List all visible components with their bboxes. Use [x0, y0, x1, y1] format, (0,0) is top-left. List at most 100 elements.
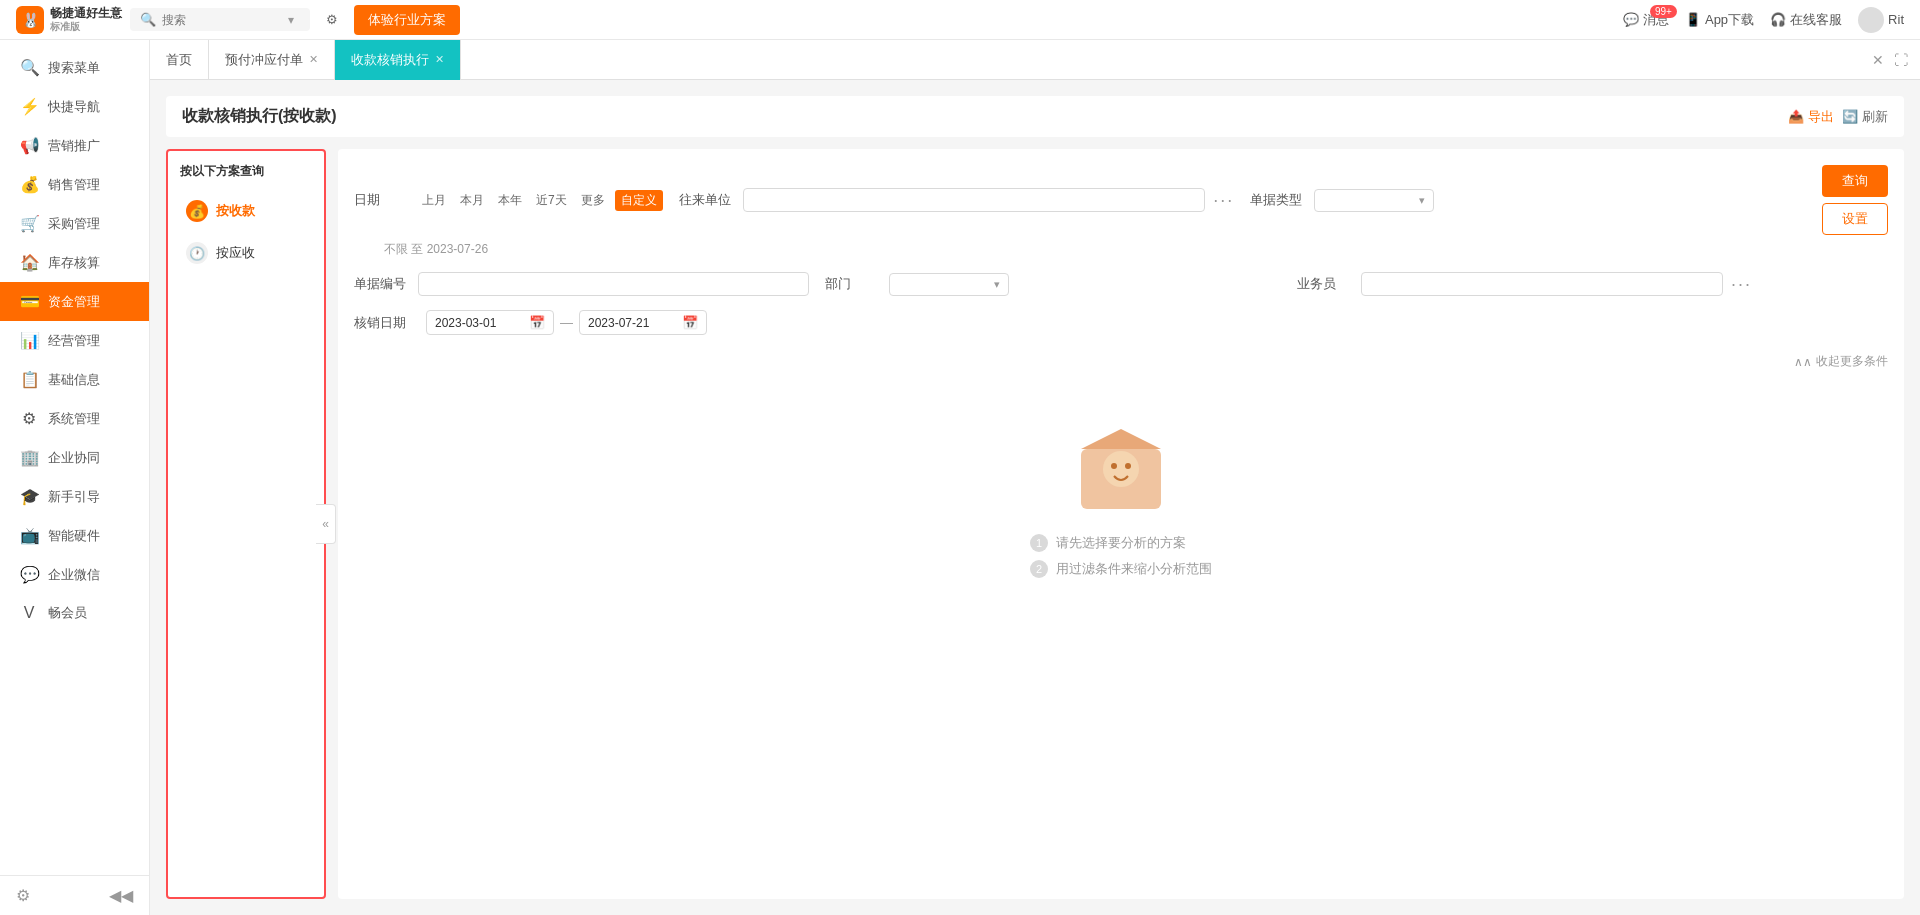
tab-writeoff-close-icon[interactable]: ✕	[435, 53, 444, 66]
empty-hint-2: 2 用过滤条件来缩小分析范围	[1030, 560, 1212, 578]
sidebar-item-basic-info[interactable]: 📋 基础信息	[0, 360, 149, 399]
tab-prepay[interactable]: 预付冲应付单 ✕	[209, 40, 335, 80]
doc-type-select-arrow: ▾	[1419, 194, 1425, 207]
message-button[interactable]: 💬 消息 99+	[1623, 11, 1669, 29]
date-tab-custom[interactable]: 自定义	[615, 190, 663, 211]
collapse-more-button[interactable]: ∧∧ 收起更多条件	[354, 349, 1888, 374]
sidebar-label-operation: 经营管理	[48, 332, 100, 350]
query-button[interactable]: 查询	[1822, 165, 1888, 197]
sidebar-item-member[interactable]: V 畅会员	[0, 594, 149, 632]
counterpart-input[interactable]	[743, 188, 1206, 212]
staff-label: 业务员	[1297, 275, 1353, 293]
filter-panel-collapse[interactable]: «	[316, 504, 336, 544]
sidebar-collapse-icon[interactable]: ◀◀	[109, 886, 133, 905]
sidebar-item-operation[interactable]: 📊 经营管理	[0, 321, 149, 360]
sidebar-item-hardware[interactable]: 📺 智能硬件	[0, 516, 149, 555]
tab-writeoff-label: 收款核销执行	[351, 51, 429, 69]
filter-option-by-receipt[interactable]: 💰 按收款	[176, 192, 316, 230]
sidebar-item-guide[interactable]: 🎓 新手引导	[0, 477, 149, 516]
page-header: 收款核销执行(按收款) 📤 导出 🔄 刷新	[166, 96, 1904, 137]
service-icon: 🎧	[1770, 12, 1786, 27]
doc-type-select[interactable]: ▾	[1314, 189, 1434, 212]
tab-close-all-icon[interactable]: ✕	[1872, 52, 1884, 68]
sidebar-item-sales[interactable]: 💰 销售管理	[0, 165, 149, 204]
hint-text-2: 用过滤条件来缩小分析范围	[1056, 560, 1212, 578]
export-icon: 📤	[1788, 109, 1804, 124]
sidebar-item-enterprise[interactable]: 🏢 企业协同	[0, 438, 149, 477]
writeoff-date-end[interactable]	[588, 316, 678, 330]
sidebar-label-enterprise: 企业协同	[48, 449, 100, 467]
sidebar-item-wechat[interactable]: 💬 企业微信	[0, 555, 149, 594]
main-content: 首页 预付冲应付单 ✕ 收款核销执行 ✕ ✕ ⛶ 收款核销执行(按收款) 📤 导…	[150, 40, 1920, 915]
sidebar-item-marketing[interactable]: 📢 营销推广	[0, 126, 149, 165]
tab-home-label: 首页	[166, 51, 192, 69]
hint-text-1: 请先选择要分析的方案	[1056, 534, 1186, 552]
sidebar-label-sales: 销售管理	[48, 176, 100, 194]
counterpart-more-icon[interactable]: ···	[1213, 190, 1234, 211]
counterpart-field: 往来单位 ···	[679, 188, 1235, 212]
sidebar-label-wechat: 企业微信	[48, 566, 100, 584]
sidebar-item-quick-nav[interactable]: ⚡ 快捷导航	[0, 87, 149, 126]
message-icon: 💬	[1623, 12, 1639, 27]
settings-bottom-icon[interactable]: ⚙	[16, 886, 30, 905]
marketing-icon: 📢	[20, 136, 38, 155]
calendar-start-icon[interactable]: 📅	[529, 315, 545, 330]
tab-prepay-close-icon[interactable]: ✕	[309, 53, 318, 66]
date-tab-more[interactable]: 更多	[577, 190, 609, 211]
search-icon: 🔍	[140, 12, 156, 27]
sidebar-bottom: ⚙ ◀◀	[0, 875, 149, 915]
setting-button[interactable]: 设置	[1822, 203, 1888, 235]
refresh-button[interactable]: 🔄 刷新	[1842, 108, 1888, 126]
sidebar-item-finance[interactable]: 💳 资金管理	[0, 282, 149, 321]
date-tabs: 上月 本月 本年 近7天 更多 自定义	[418, 190, 663, 211]
dept-field: 部门 ▾	[825, 273, 1280, 296]
doc-no-input[interactable]	[418, 272, 809, 296]
sidebar-item-inventory[interactable]: 🏠 库存核算	[0, 243, 149, 282]
user-profile[interactable]: Rit	[1858, 7, 1904, 33]
top-search-input[interactable]	[162, 13, 282, 27]
tab-expand-icon[interactable]: ⛶	[1894, 52, 1908, 68]
member-icon: V	[20, 604, 38, 622]
sidebar-item-search-menu[interactable]: 🔍 搜索菜单	[0, 48, 149, 87]
page-title: 收款核销执行(按收款)	[182, 106, 337, 127]
app-download-button[interactable]: 📱 App下载	[1685, 11, 1754, 29]
hardware-icon: 📺	[20, 526, 38, 545]
sidebar-label-hardware: 智能硬件	[48, 527, 100, 545]
settings-icon-btn[interactable]: ⚙	[318, 6, 346, 34]
tab-home[interactable]: 首页	[150, 40, 209, 80]
svg-marker-1	[1081, 429, 1161, 449]
industry-solution-button[interactable]: 体验行业方案	[354, 5, 460, 35]
export-button[interactable]: 📤 导出	[1788, 108, 1834, 126]
sidebar-label-finance: 资金管理	[48, 293, 100, 311]
top-search-bar[interactable]: 🔍 ▾	[130, 8, 310, 31]
date-tab-this-year[interactable]: 本年	[494, 190, 526, 211]
query-form: 日期 上月 本月 本年 近7天 更多 自定义	[354, 165, 1888, 374]
tab-writeoff[interactable]: 收款核销执行 ✕	[335, 40, 461, 80]
writeoff-date-start[interactable]	[435, 316, 525, 330]
top-bar-right: 💬 消息 99+ 📱 App下载 🎧 在线客服 Rit	[1623, 7, 1904, 33]
sidebar-item-system[interactable]: ⚙ 系统管理	[0, 399, 149, 438]
logo-icon: 🐰	[16, 6, 44, 34]
filter-option-by-receivable[interactable]: 🕐 按应收	[176, 234, 316, 272]
dept-select[interactable]: ▾	[889, 273, 1009, 296]
user-avatar	[1858, 7, 1884, 33]
empty-svg	[1061, 414, 1181, 514]
hint-num-2: 2	[1030, 560, 1048, 578]
date-tab-last-7-days[interactable]: 近7天	[532, 190, 571, 211]
top-bar-left: 🐰 畅捷通好生意 标准版 🔍 ▾ ⚙ 体验行业方案	[16, 5, 460, 35]
calendar-end-icon[interactable]: 📅	[682, 315, 698, 330]
staff-more-icon[interactable]: ···	[1731, 274, 1752, 295]
sidebar-item-purchase[interactable]: 🛒 采购管理	[0, 204, 149, 243]
filter-panel: 按以下方案查询 💰 按收款 🕐 按应收 «	[166, 149, 326, 899]
date-tab-last-month[interactable]: 上月	[418, 190, 450, 211]
writeoff-date-start-input[interactable]: 📅	[426, 310, 554, 335]
purchase-icon: 🛒	[20, 214, 38, 233]
staff-input[interactable]	[1361, 272, 1723, 296]
dropdown-arrow-icon[interactable]: ▾	[288, 13, 294, 27]
writeoff-date-end-input[interactable]: 📅	[579, 310, 707, 335]
tab-bar-actions: ✕ ⛶	[1860, 52, 1920, 68]
date-tab-this-month[interactable]: 本月	[456, 190, 488, 211]
tab-prepay-label: 预付冲应付单	[225, 51, 303, 69]
empty-state: 1 请先选择要分析的方案 2 用过滤条件来缩小分析范围	[354, 374, 1888, 618]
online-service-button[interactable]: 🎧 在线客服	[1770, 11, 1842, 29]
